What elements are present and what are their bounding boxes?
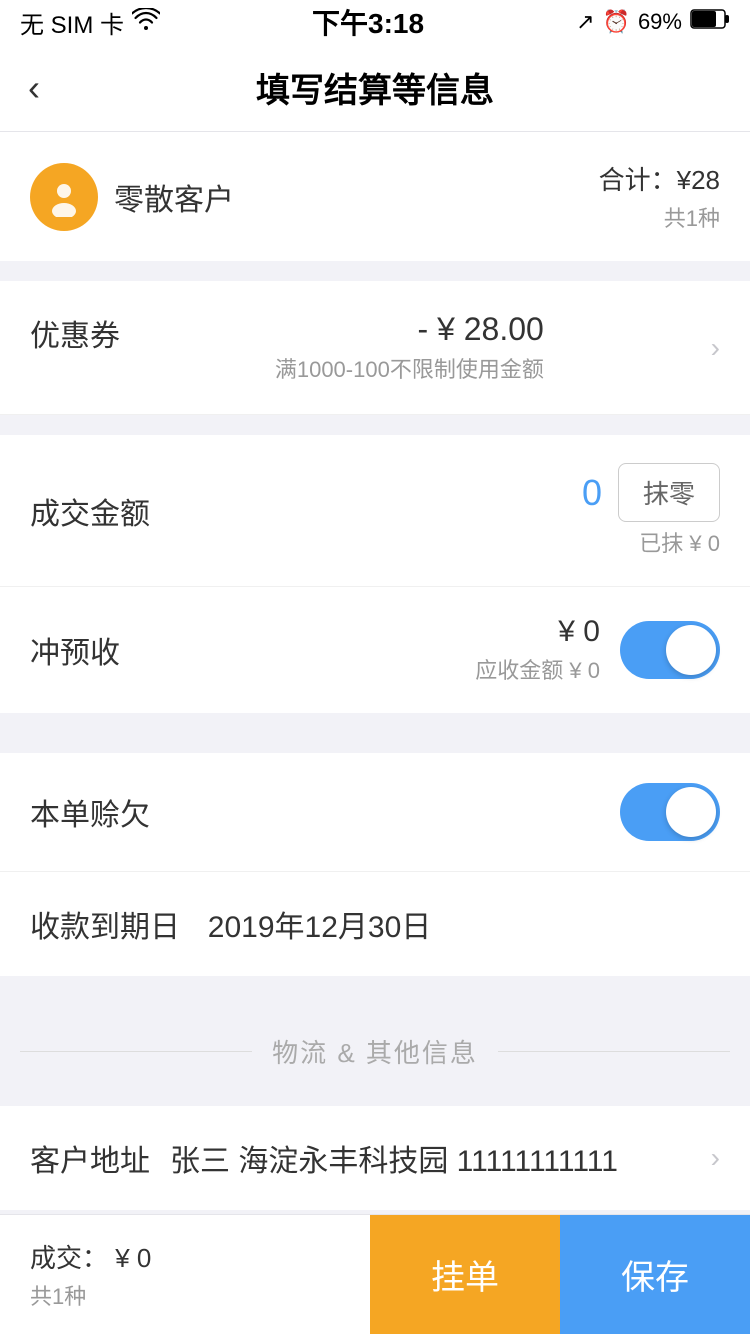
transaction-label: 成交金额 <box>30 489 150 533</box>
transaction-value: 0 <box>582 472 602 514</box>
transaction-value-col: 0 抹零 已抹 ¥ 0 <box>582 463 720 558</box>
total-count: 共1种 <box>599 201 720 233</box>
customer-card: 零散客户 合计：¥28 共1种 <box>0 132 750 261</box>
logistics-label: 物流 & 其他信息 <box>272 1033 478 1070</box>
section-divider-4 <box>0 1086 750 1106</box>
prepay-row: 冲预收 ¥ 0 应收金额 ¥ 0 <box>0 587 750 713</box>
coupon-section[interactable]: 优惠券 - ¥ 28.00 满1000-100不限制使用金额 › <box>0 281 750 415</box>
main-content: 零散客户 合计：¥28 共1种 优惠券 - ¥ 28.00 满1000-100不… <box>0 132 750 1330</box>
credit-row: 本单赊欠 <box>0 753 750 871</box>
bottom-summary-count: 共1种 <box>30 1279 340 1311</box>
sim-label: 无 SIM 卡 <box>20 5 124 40</box>
logistics-divider: 物流 & 其他信息 <box>0 1016 750 1086</box>
prepay-toggle[interactable] <box>620 621 720 679</box>
bottom-summary: 成交： ¥ 0 共1种 <box>0 1238 370 1311</box>
nav-bar: ‹ 填写结算等信息 <box>0 44 750 132</box>
coupon-row[interactable]: 优惠券 - ¥ 28.00 满1000-100不限制使用金额 › <box>0 281 750 415</box>
credit-section: 本单赊欠 收款到期日 2019年12月30日 <box>0 753 750 976</box>
section-divider-1 <box>0 415 750 435</box>
section-divider-3 <box>0 996 750 1016</box>
bottom-bar: 成交： ¥ 0 共1种 挂单 保存 <box>0 1214 750 1334</box>
customer-row: 零散客户 合计：¥28 共1种 <box>0 132 750 261</box>
coupon-amount: - ¥ 28.00 <box>275 311 544 348</box>
customer-total: 合计：¥28 共1种 <box>599 160 720 233</box>
credit-toggle[interactable] <box>620 783 720 841</box>
back-button[interactable]: ‹ <box>28 67 40 109</box>
prepay-value-col: ¥ 0 应收金额 ¥ 0 <box>475 615 600 685</box>
prepay-label: 冲预收 <box>30 628 120 672</box>
address-value: 张三 海淀永丰科技园 11111111111 <box>170 1136 711 1180</box>
transaction-row: 成交金额 0 抹零 已抹 ¥ 0 <box>0 435 750 587</box>
divider-line-left <box>20 1051 252 1052</box>
address-label: 客户地址 <box>30 1136 150 1180</box>
due-date-row: 收款到期日 2019年12月30日 <box>0 871 750 976</box>
toggle-knob <box>666 625 716 675</box>
pending-button[interactable]: 挂单 <box>370 1215 560 1334</box>
prepay-right: ¥ 0 应收金额 ¥ 0 <box>475 615 720 685</box>
transaction-section: 成交金额 0 抹零 已抹 ¥ 0 冲预收 ¥ 0 应收金额 ¥ 0 <box>0 435 750 713</box>
battery-label: 69% <box>638 9 682 35</box>
coupon-desc: 满1000-100不限制使用金额 <box>275 352 544 384</box>
prepay-sub: 应收金额 ¥ 0 <box>475 653 600 685</box>
chevron-right-icon: › <box>711 332 720 364</box>
status-time: 下午3:18 <box>312 2 424 42</box>
customer-info: 零散客户 <box>30 163 234 231</box>
customer-name: 零散客户 <box>114 175 234 219</box>
location-icon: ↗ <box>576 9 594 35</box>
credit-label: 本单赊欠 <box>30 790 150 834</box>
total-amount: 合计：¥28 <box>599 160 720 197</box>
battery-icon <box>690 9 730 35</box>
status-left: 无 SIM 卡 <box>20 5 160 40</box>
alarm-icon: ⏰ <box>603 9 630 35</box>
wifi-icon <box>132 8 160 36</box>
customer-avatar <box>30 163 98 231</box>
coupon-right: - ¥ 28.00 满1000-100不限制使用金额 <box>275 311 544 384</box>
credit-toggle-knob <box>666 787 716 837</box>
page-title: 填写结算等信息 <box>256 63 494 112</box>
section-divider-2 <box>0 733 750 753</box>
coupon-label: 优惠券 <box>30 311 120 355</box>
divider-line-right <box>498 1051 730 1052</box>
round-zero-button[interactable]: 抹零 <box>618 463 720 522</box>
address-row[interactable]: 客户地址 张三 海淀永丰科技园 11111111111 › <box>0 1106 750 1210</box>
status-right: ↗ ⏰ 69% <box>576 9 730 35</box>
due-date-value: 2019年12月30日 <box>208 911 431 944</box>
amount-row: 0 抹零 <box>582 463 720 522</box>
status-bar: 无 SIM 卡 下午3:18 ↗ ⏰ 69% <box>0 0 750 44</box>
due-date-label: 收款到期日 <box>30 911 180 944</box>
transaction-sub: 已抹 ¥ 0 <box>582 526 720 558</box>
address-chevron-icon: › <box>711 1142 720 1174</box>
bottom-summary-amount: 成交： ¥ 0 <box>30 1238 340 1275</box>
prepay-amount: ¥ 0 <box>475 615 600 649</box>
save-button[interactable]: 保存 <box>560 1215 750 1334</box>
